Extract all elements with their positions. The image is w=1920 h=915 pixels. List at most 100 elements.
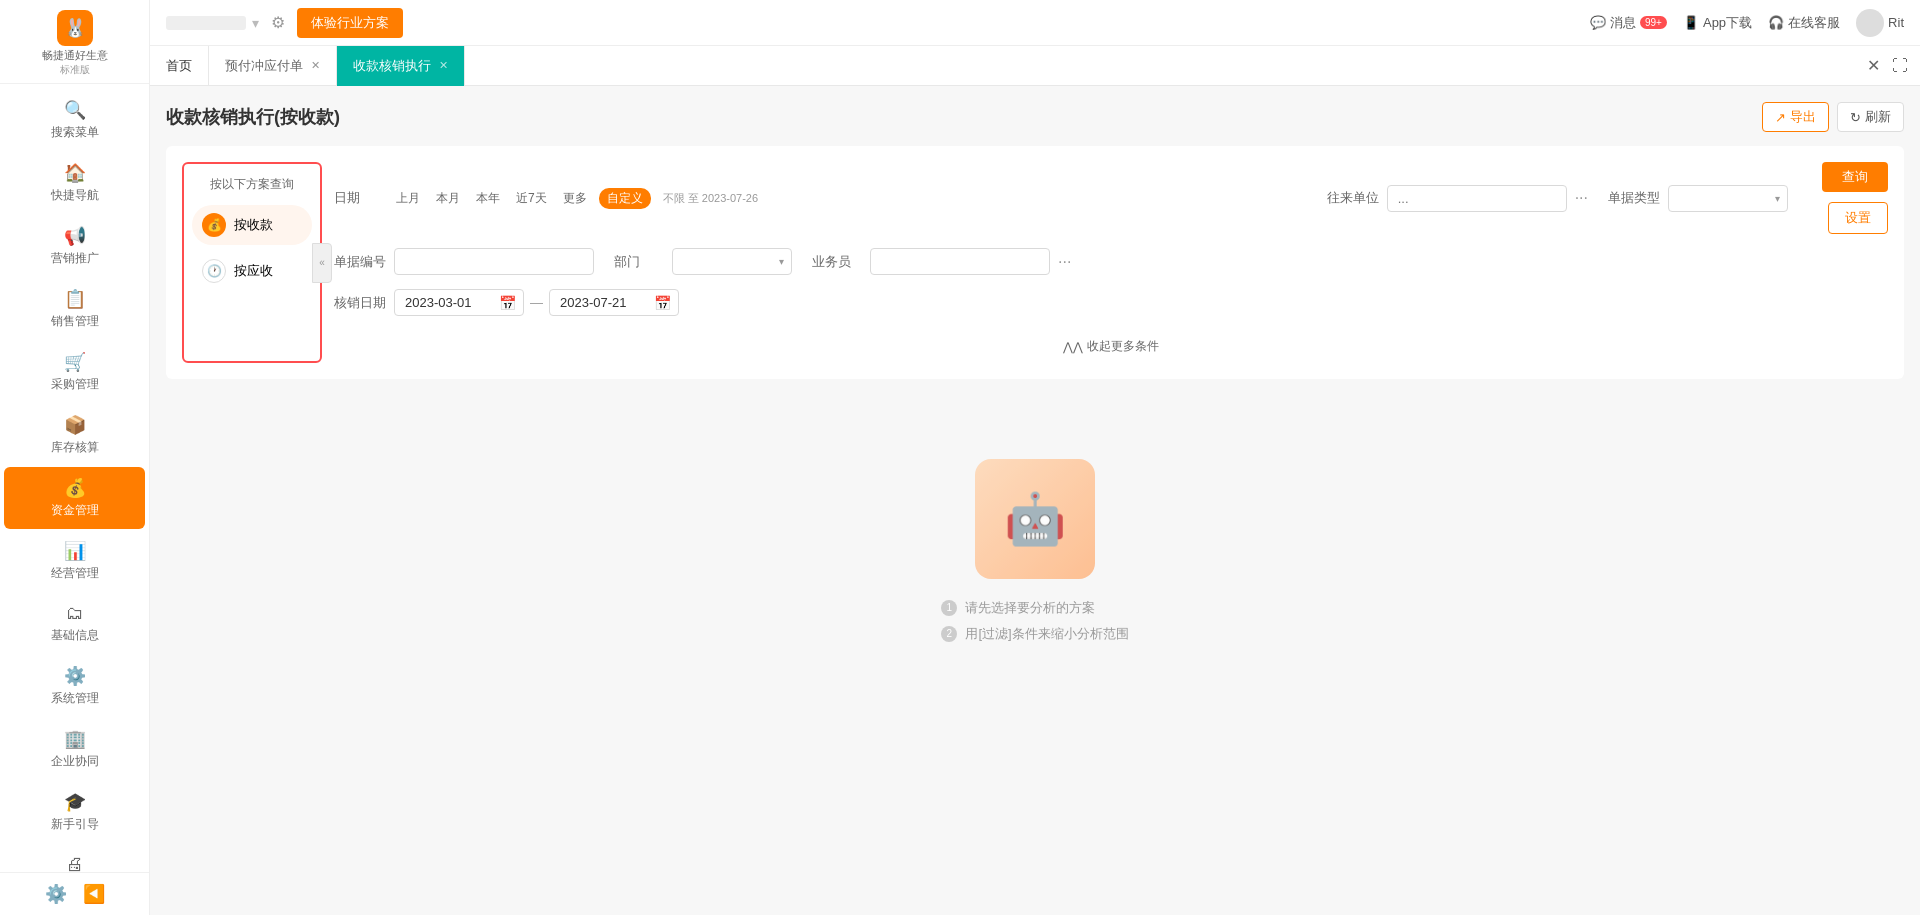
settings-icon[interactable]: ⚙️ [45,883,67,905]
sidebar-item-11[interactable]: 🎓新手引导 [4,781,145,843]
main-area: ▾ ⚙ 体验行业方案 💬 消息 99+ 📱 App下载 🎧 在线客服 Rit [150,0,1920,915]
shortcut-last-month[interactable]: 上月 [392,188,424,209]
sidebar-item-4[interactable]: 🛒采购管理 [4,341,145,403]
doc-type-label: 单据类型 [1608,189,1660,207]
nav-icon-12: 🖨 [66,854,84,872]
dept-select[interactable] [672,248,792,275]
shortcut-more[interactable]: 更多 [559,188,591,209]
tab-verify-label: 收款核销执行 [353,57,431,75]
tab-prepay-label: 预付冲应付单 [225,57,303,75]
dept-label: 部门 [614,253,664,271]
dept-arrow: ▾ [779,256,784,267]
nav-icon-7: 📊 [64,540,86,562]
refresh-icon: ↻ [1850,110,1861,125]
filter-row-2: 单据编号 部门 ▾ 业务员 ··· [334,248,1888,275]
message-item[interactable]: 💬 消息 99+ [1590,14,1667,32]
nav-icon-2: 📢 [64,225,86,247]
sidebar-item-9[interactable]: ⚙️系统管理 [4,655,145,717]
dept-select-wrap: ▾ [672,248,792,275]
tab-verify[interactable]: 收款核销执行 ✕ [337,46,465,86]
collapse-sidebar-icon[interactable]: ◀️ [83,883,105,905]
shortcut-7days[interactable]: 近7天 [512,188,551,209]
app-download-item[interactable]: 📱 App下载 [1683,14,1752,32]
sidebar-item-1[interactable]: 🏠快捷导航 [4,152,145,214]
export-button[interactable]: ↗ 导出 [1762,102,1829,132]
filter-option-by-receivable[interactable]: 🕐 按应收 [192,251,312,291]
sidebar-item-2[interactable]: 📢 营销推广 [4,215,145,277]
staff-label: 业务员 [812,253,862,271]
tip-text-2: 用[过滤]条件来缩小分析范围 [965,621,1128,647]
sidebar-item-7[interactable]: 📊经营管理 [4,530,145,592]
staff-search-btn[interactable]: ··· [1058,253,1071,271]
partner-input[interactable] [1387,185,1567,212]
shortcut-custom[interactable]: 自定义 [599,188,651,209]
tip-1: 1 请先选择要分析的方案 [941,595,1128,621]
sidebar-item-12[interactable]: 🖨智能硬件 [4,844,145,872]
verify-end-calendar-icon[interactable]: 📅 [654,295,671,311]
shortcut-this-year[interactable]: 本年 [472,188,504,209]
user-info[interactable]: Rit [1856,9,1904,37]
date-separator: — [530,295,543,310]
date-field: 日期 上月 本月 本年 近7天 更多 自定义 不限 至 2023-07-26 [334,188,758,209]
nav-label-2: 营销推广 [51,250,99,267]
staff-field: 业务员 ··· [812,248,1071,275]
filter-panel: 按以下方案查询 💰 按收款 🕐 按应收 « 日期 [166,146,1904,379]
verify-start-calendar-icon[interactable]: 📅 [499,295,516,311]
collapse-filter-btn[interactable]: « [312,243,332,283]
filter-option-by-receipt[interactable]: 💰 按收款 [192,205,312,245]
nav-icon-5: 📦 [64,414,86,436]
online-service-item[interactable]: 🎧 在线客服 [1768,14,1840,32]
filter-option-receipt-label: 按收款 [234,216,273,234]
sidebar-item-10[interactable]: 🏢企业协同 [4,718,145,780]
mobile-icon: 📱 [1683,15,1699,30]
tab-verify-close[interactable]: ✕ [439,59,448,72]
collapse-more-label: 收起更多条件 [1087,338,1159,355]
nav-icon-3: 📋 [64,288,86,310]
empty-tips: 1 请先选择要分析的方案 2 用[过滤]条件来缩小分析范围 [941,595,1128,647]
shortcut-this-month[interactable]: 本月 [432,188,464,209]
dropdown-icon[interactable]: ▾ [252,15,259,31]
user-avatar [1856,9,1884,37]
verify-start-wrap: 📅 [394,289,524,316]
user-name: Rit [1888,15,1904,30]
page-title: 收款核销执行(按收款) [166,105,340,129]
partner-search-btn[interactable]: ··· [1575,189,1588,207]
nav-label-11: 新手引导 [51,816,99,833]
solution-button[interactable]: 体验行业方案 [297,8,403,38]
sidebar-item-0[interactable]: 🔍 搜索菜单 [4,89,145,151]
refresh-button[interactable]: ↻ 刷新 [1837,102,1904,132]
sidebar-item-3[interactable]: 📋销售管理 [4,278,145,340]
tab-home-label: 首页 [166,57,192,75]
query-button[interactable]: 查询 [1822,162,1888,192]
online-service-label: 在线客服 [1788,14,1840,32]
maximize-icon[interactable]: ⛶ [1888,53,1912,79]
nav-icon-0: 🔍 [64,99,86,121]
sidebar-item-8[interactable]: 🗂基础信息 [4,593,145,654]
tab-prepay-close[interactable]: ✕ [311,59,320,72]
tab-home[interactable]: 首页 [150,46,209,86]
gear-icon[interactable]: ⚙ [271,13,285,32]
tab-prepay[interactable]: 预付冲应付单 ✕ [209,46,337,86]
nav-icon-10: 🏢 [64,728,86,750]
date-no-limit: 不限 至 2023-07-26 [663,191,758,206]
sidebar-item-5[interactable]: 📦库存核算 [4,404,145,466]
verify-date-range: 📅 — 📅 [394,289,679,316]
staff-input[interactable] [870,248,1050,275]
tabs-bar-right: ✕ ⛶ [1863,52,1920,79]
partner-label: 往来单位 [1327,189,1379,207]
nav-label-0: 搜索菜单 [51,124,99,141]
receipt-icon: 💰 [202,213,226,237]
topbar-brand: ▾ [166,15,259,31]
nav-label-8: 基础信息 [51,627,99,644]
doc-type-select[interactable] [1668,185,1788,212]
doc-number-label: 单据编号 [334,253,386,271]
nav-label-9: 系统管理 [51,690,99,707]
sidebar-item-6[interactable]: 💰资金管理 [4,467,145,529]
collapse-more-btn[interactable]: ⋀⋀ 收起更多条件 [334,330,1888,363]
filter-row-3: 核销日期 📅 — 📅 [334,289,1888,316]
setting-button[interactable]: 设置 [1828,202,1888,234]
close-tab-icon[interactable]: ✕ [1863,52,1884,79]
app-edition: 标准版 [60,63,90,77]
doc-number-input[interactable] [394,248,594,275]
topbar: ▾ ⚙ 体验行业方案 💬 消息 99+ 📱 App下载 🎧 在线客服 Rit [150,0,1920,46]
